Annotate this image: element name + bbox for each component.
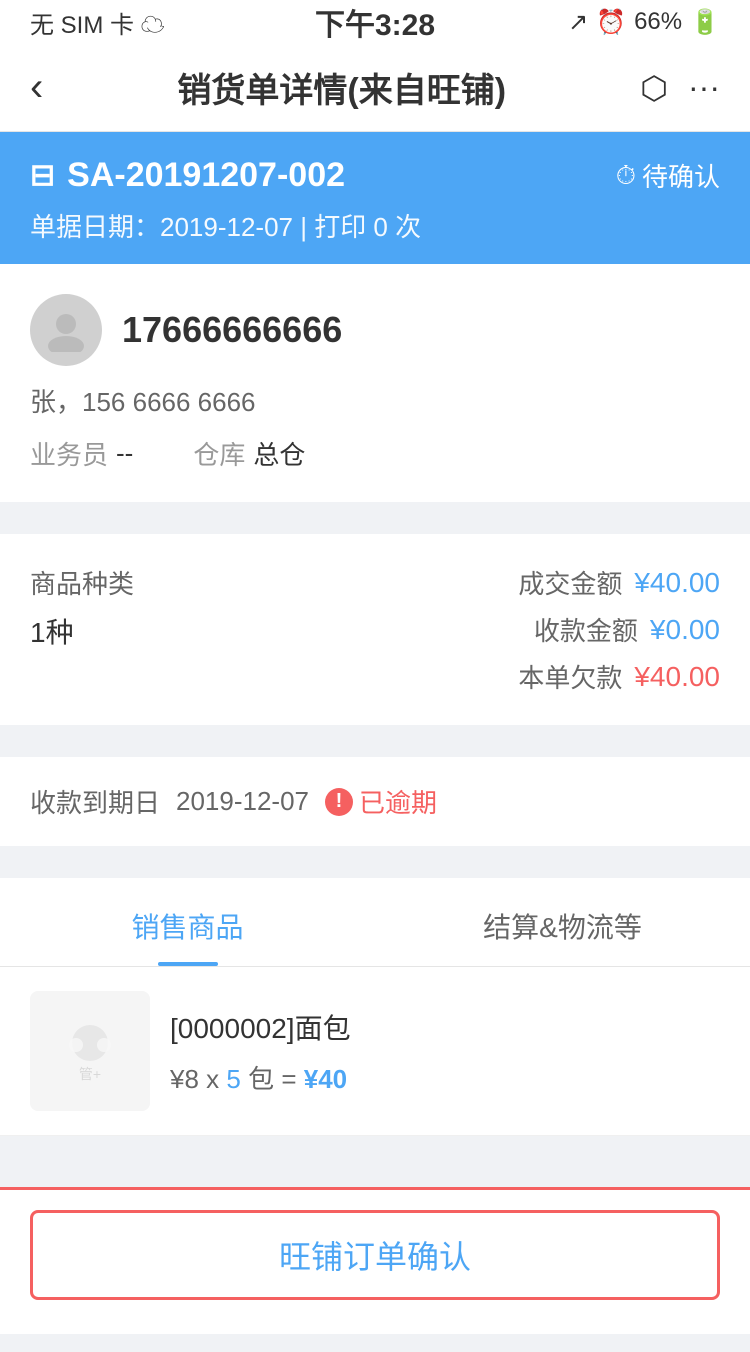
battery-level: 66% bbox=[634, 8, 682, 36]
product-type-label: 商品种类 bbox=[30, 564, 134, 601]
overdue-icon: ! bbox=[325, 788, 353, 816]
status-text: 待确认 bbox=[642, 157, 720, 194]
back-button[interactable]: ‹ bbox=[30, 65, 43, 110]
due-date-card: 收款到期日 2019-12-07 ! 已逾期 bbox=[0, 757, 750, 846]
salesperson-label: 业务员 bbox=[30, 435, 108, 472]
tabs-container: 销售商品 结算&物流等 bbox=[0, 878, 750, 967]
customer-meta: 业务员 -- 仓库 总仓 bbox=[30, 435, 720, 472]
location-icon: ↗ bbox=[568, 8, 588, 37]
product-total: ¥40 bbox=[304, 1064, 347, 1094]
product-qty: 5 bbox=[226, 1064, 240, 1094]
nav-left: ‹ bbox=[30, 65, 43, 110]
order-status: ⏱ 待确认 bbox=[616, 157, 720, 194]
tabs: 销售商品 结算&物流等 bbox=[0, 878, 750, 967]
summary-card: 商品种类 1种 成交金额 ¥40.00 收款金额 ¥0.00 本单欠款 ¥40.… bbox=[0, 534, 750, 725]
status-time: 下午3:28 bbox=[315, 0, 435, 44]
balance-amount-value: ¥40.00 bbox=[634, 661, 720, 693]
status-clock-icon: ⏱ bbox=[616, 160, 636, 192]
product-unit: 包 bbox=[248, 1064, 274, 1094]
product-type-value: 1种 bbox=[30, 611, 134, 651]
product-item: 管+ [0000002]面包 ¥8 x 5 包 = ¥40 bbox=[0, 967, 750, 1136]
bottom-bar: 旺铺订单确认 bbox=[0, 1187, 750, 1334]
order-date: 单据日期：2019-12-07 | 打印 0 次 bbox=[30, 207, 720, 244]
more-icon[interactable]: ··· bbox=[688, 69, 720, 106]
separator-2 bbox=[0, 741, 750, 757]
status-left: 无 SIM 卡 ☁ bbox=[30, 5, 165, 40]
order-id-row: ⊟ SA-20191207-002 bbox=[30, 156, 345, 195]
order-header: ⊟ SA-20191207-002 ⏱ 待确认 单据日期：2019-12-07 … bbox=[0, 132, 750, 264]
confirm-button[interactable]: 旺铺订单确认 bbox=[30, 1210, 720, 1300]
customer-card: 17666666666 张，156 6666 6666 业务员 -- 仓库 总仓 bbox=[0, 264, 750, 502]
product-info: [0000002]面包 ¥8 x 5 包 = ¥40 bbox=[170, 1007, 720, 1096]
nav-right: ⬡ ··· bbox=[640, 69, 720, 107]
tab-settlement[interactable]: 结算&物流等 bbox=[375, 878, 750, 966]
status-bar: 无 SIM 卡 ☁ 下午3:28 ↗ ⏰ 66% 🔋 bbox=[0, 0, 750, 44]
separator-1 bbox=[0, 518, 750, 534]
product-price-row: ¥8 x 5 包 = ¥40 bbox=[170, 1059, 720, 1096]
received-amount-label: 收款金额 bbox=[534, 611, 638, 648]
share-icon[interactable]: ⬡ bbox=[640, 69, 668, 107]
warehouse-label: 仓库 bbox=[193, 435, 245, 472]
product-list: 管+ [0000002]面包 ¥8 x 5 包 = ¥40 bbox=[0, 967, 750, 1136]
tab-products[interactable]: 销售商品 bbox=[0, 878, 375, 966]
product-unit-price: ¥8 bbox=[170, 1064, 199, 1094]
tab-settlement-label: 结算&物流等 bbox=[483, 912, 642, 943]
due-date-value: 2019-12-07 bbox=[176, 786, 309, 817]
due-date-label: 收款到期日 bbox=[30, 783, 160, 820]
order-icon: ⊟ bbox=[30, 158, 55, 193]
product-name: [0000002]面包 bbox=[170, 1007, 720, 1047]
order-id-text: SA-20191207-002 bbox=[67, 156, 345, 195]
customer-avatar bbox=[30, 294, 102, 366]
price-multiply: x bbox=[206, 1064, 226, 1094]
nav-bar: ‹ 销货单详情(来自旺铺) ⬡ ··· bbox=[0, 44, 750, 132]
overdue-text: 已逾期 bbox=[359, 783, 437, 820]
svg-text:管+: 管+ bbox=[79, 1066, 101, 1082]
alarm-icon: ⏰ bbox=[596, 8, 626, 37]
customer-name: 张，156 6666 6666 bbox=[30, 382, 720, 419]
battery-icon: 🔋 bbox=[690, 8, 720, 37]
deal-amount-value: ¥40.00 bbox=[634, 567, 720, 599]
customer-phone: 17666666666 bbox=[122, 309, 342, 351]
deal-amount-label: 成交金额 bbox=[518, 564, 622, 601]
sim-status: 无 SIM 卡 ☁ bbox=[30, 5, 165, 40]
warehouse-value: 总仓 bbox=[253, 435, 305, 472]
overdue-indicator: ! 已逾期 bbox=[325, 783, 437, 820]
separator-3 bbox=[0, 862, 750, 878]
price-equals: = bbox=[281, 1064, 303, 1094]
page-title: 销货单详情(来自旺铺) bbox=[177, 63, 506, 112]
product-thumbnail: 管+ bbox=[30, 991, 150, 1111]
received-amount-value: ¥0.00 bbox=[650, 614, 720, 646]
status-right: ↗ ⏰ 66% 🔋 bbox=[568, 8, 720, 37]
salesperson-value: -- bbox=[116, 438, 133, 469]
balance-label: 本单欠款 bbox=[518, 658, 622, 695]
tab-products-label: 销售商品 bbox=[131, 912, 243, 943]
